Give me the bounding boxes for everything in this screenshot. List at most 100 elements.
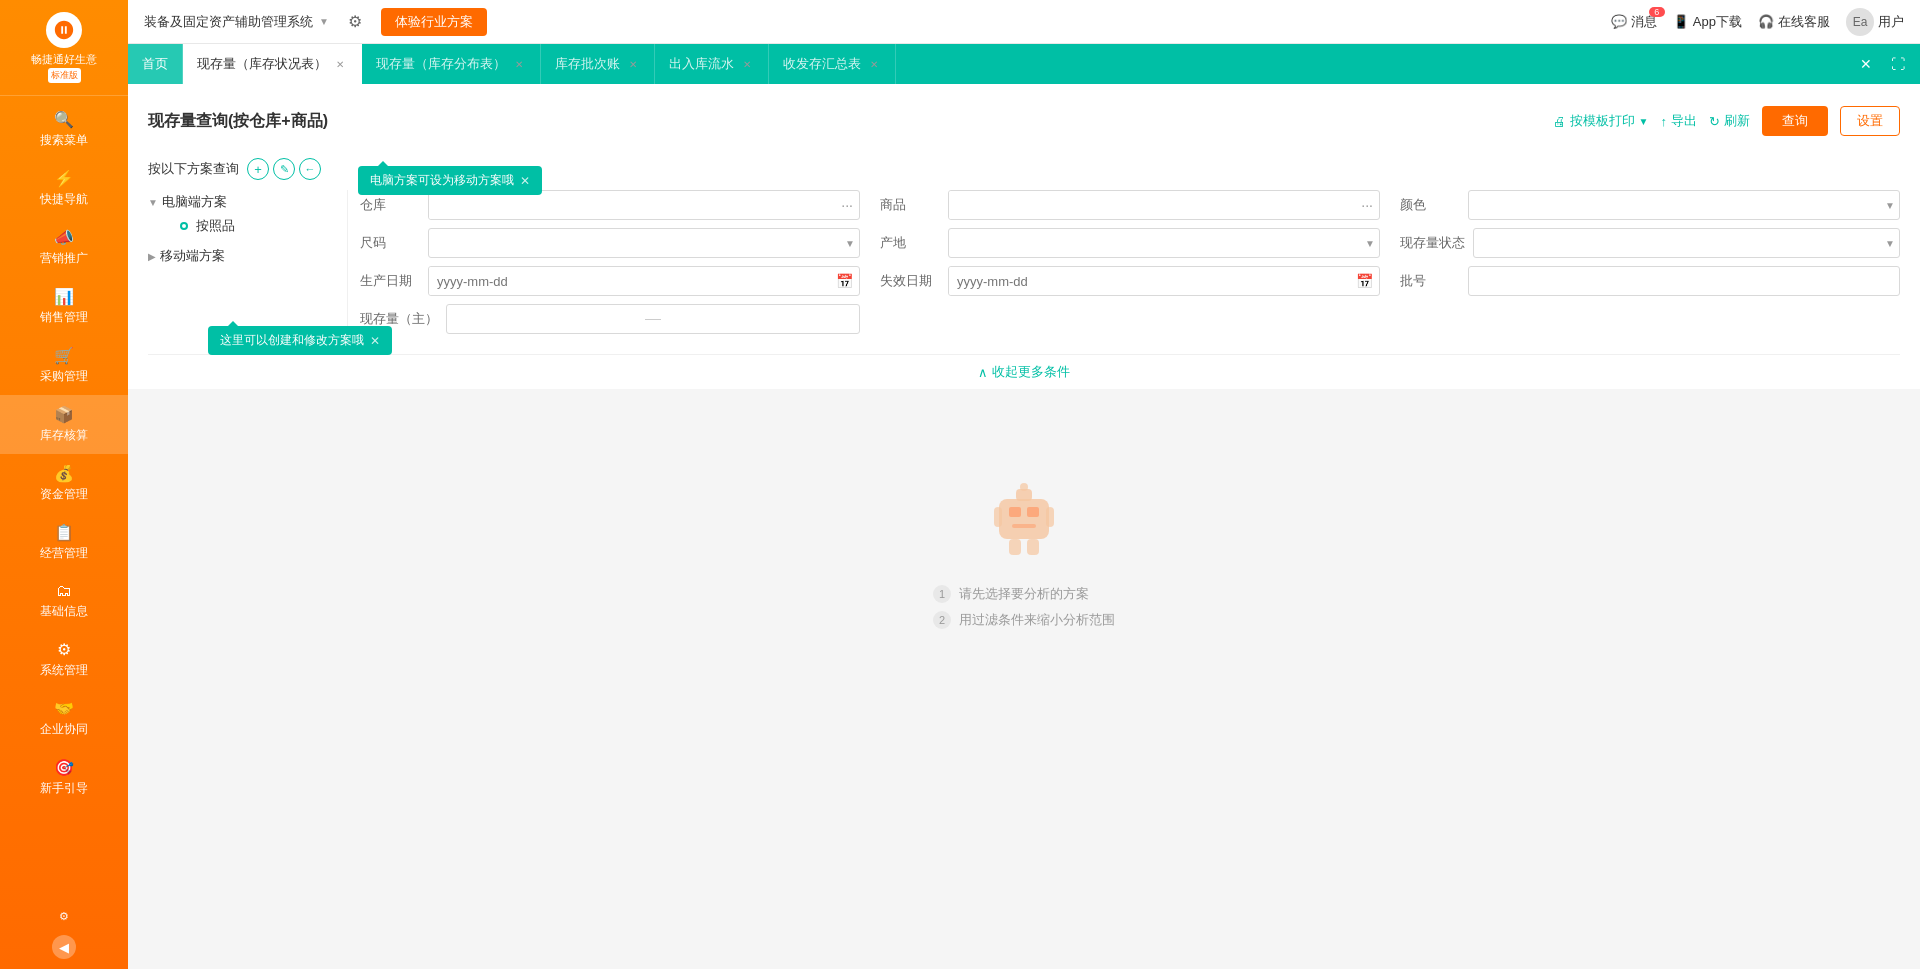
back-btn[interactable]: ← xyxy=(299,158,321,180)
current-qty-range-wrap xyxy=(446,304,860,334)
goods-input[interactable] xyxy=(949,190,1355,220)
popover2-close-btn[interactable]: ✕ xyxy=(370,334,380,348)
tab-close-inventory-dist[interactable]: ✕ xyxy=(512,57,526,71)
current-qty-min-input[interactable] xyxy=(447,312,645,327)
tab-batch-account[interactable]: 库存批次账 ✕ xyxy=(541,44,655,84)
collapse-icon: ◀ xyxy=(59,940,69,955)
tab-inventory-status[interactable]: 现存量（库存状况表） ✕ xyxy=(183,44,362,84)
form-item-origin: 产地 ▼ xyxy=(880,228,1380,258)
filter-action-btns: + ✎ ← xyxy=(247,158,321,180)
tab-home[interactable]: 首页 xyxy=(128,44,183,84)
tab-inventory-dist[interactable]: 现存量（库存分布表） ✕ xyxy=(362,44,541,84)
avatar: Ea xyxy=(1846,8,1874,36)
production-date-input[interactable] xyxy=(429,266,830,296)
goods-dots-btn[interactable]: ··· xyxy=(1355,191,1379,219)
page-title: 现存量查询(按仓库+商品) xyxy=(148,111,328,132)
purchase-icon: 🛒 xyxy=(54,346,74,365)
svg-rect-3 xyxy=(1012,524,1036,528)
sidebar-item-sales[interactable]: 📊 销售管理 xyxy=(0,277,128,336)
online-service-btn[interactable]: 🎧 在线客服 xyxy=(1758,13,1830,31)
batch-no-input[interactable] xyxy=(1468,266,1900,296)
query-btn[interactable]: 查询 xyxy=(1762,106,1828,136)
production-date-calendar-btn[interactable]: 📅 xyxy=(830,273,859,289)
tab-recv-summary[interactable]: 收发存汇总表 ✕ xyxy=(769,44,896,84)
print-template-btn[interactable]: 🖨 按模板打印 ▼ xyxy=(1553,112,1649,130)
user-menu[interactable]: Ea 用户 xyxy=(1846,8,1904,36)
tab-close-batch-account[interactable]: ✕ xyxy=(626,57,640,71)
header-settings-btn[interactable]: ⚙ xyxy=(341,8,369,36)
edit-scheme-btn[interactable]: ✎ xyxy=(273,158,295,180)
sidebar-item-purchase[interactable]: 🛒 采购管理 xyxy=(0,336,128,395)
app-download-btn[interactable]: 📱 App下载 xyxy=(1673,13,1742,31)
popover1-close-btn[interactable]: ✕ xyxy=(520,174,530,188)
sidebar-collapse-btn[interactable]: ◀ xyxy=(52,935,76,959)
sidebar-item-finance[interactable]: 💰 资金管理 xyxy=(0,454,128,513)
sidebar-item-basic-info[interactable]: 🗂 基础信息 xyxy=(0,572,128,630)
filter-form-col: 仓库 ··· 商品 ··· xyxy=(360,190,1900,342)
inventory-status-select[interactable]: ▼ xyxy=(1473,228,1900,258)
tab-close-inventory-status[interactable]: ✕ xyxy=(333,57,347,71)
form-item-current-qty: 现存量（主） xyxy=(360,304,860,334)
expiry-date-input[interactable] xyxy=(949,266,1350,296)
refresh-btn[interactable]: ↻ 刷新 xyxy=(1709,112,1750,130)
current-qty-max-input[interactable] xyxy=(661,312,859,327)
sidebar-item-search[interactable]: 🔍 搜索菜单 xyxy=(0,100,128,159)
scheme-desktop-group[interactable]: ▼ 电脑端方案 xyxy=(148,190,335,214)
svg-rect-1 xyxy=(1009,507,1021,517)
color-dropdown-icon: ▼ xyxy=(1885,200,1895,211)
collapse-up-icon: ∧ xyxy=(978,365,988,380)
message-btn[interactable]: 💬 消息 6 xyxy=(1611,13,1657,31)
goods-label: 商品 xyxy=(880,196,940,214)
popover1-text: 电脑方案可设为移动方案哦 xyxy=(370,172,514,189)
form-item-batch-no: 批号 xyxy=(1400,266,1900,296)
sidebar-item-system[interactable]: ⚙ 系统管理 xyxy=(0,630,128,689)
sidebar-item-label: 采购管理 xyxy=(40,368,88,385)
empty-text: 1 请先选择要分析的方案 2 用过滤条件来缩小分析范围 xyxy=(933,585,1115,629)
sidebar-item-enterprise[interactable]: 🤝 企业协同 xyxy=(0,689,128,748)
scheme-mobile-group[interactable]: ▶ 移动端方案 xyxy=(148,244,335,268)
expiry-date-label: 失效日期 xyxy=(880,272,940,290)
sidebar-footer: ⚙ ◀ xyxy=(0,896,128,969)
tab-inout-flow[interactable]: 出入库流水 ✕ xyxy=(655,44,769,84)
collapse-label: 收起更多条件 xyxy=(992,363,1070,381)
guide-icon: 🎯 xyxy=(54,758,74,777)
color-label: 颜色 xyxy=(1400,196,1460,214)
sidebar-item-operations[interactable]: 📋 经营管理 xyxy=(0,513,128,572)
filter-row-4: 现存量（主） xyxy=(360,304,1900,342)
size-select[interactable]: ▼ xyxy=(428,228,860,258)
add-scheme-btn[interactable]: + xyxy=(247,158,269,180)
svg-rect-5 xyxy=(1046,507,1054,527)
sidebar-item-inventory[interactable]: 📦 库存核算 xyxy=(0,395,128,454)
header-right: 💬 消息 6 📱 App下载 🎧 在线客服 Ea 用户 xyxy=(1611,8,1904,36)
export-btn[interactable]: ↑ 导出 xyxy=(1661,112,1698,130)
origin-select[interactable]: ▼ xyxy=(948,228,1380,258)
export-icon: ↑ xyxy=(1661,114,1668,129)
tab-close-all-btn[interactable]: ✕ xyxy=(1852,50,1880,78)
system-icon: ⚙ xyxy=(57,640,71,659)
sidebar-settings[interactable]: ⚙ xyxy=(4,906,124,927)
tab-maximize-btn[interactable]: ⛶ xyxy=(1884,50,1912,78)
sidebar-item-label: 库存核算 xyxy=(40,427,88,444)
popover-desktop-scheme: 电脑方案可设为移动方案哦 ✕ xyxy=(358,166,542,195)
sidebar-logo: 畅捷通好生意 标准版 xyxy=(0,0,128,96)
svg-rect-4 xyxy=(994,507,1002,527)
color-select[interactable]: ▼ xyxy=(1468,190,1900,220)
collapse-row[interactable]: ∧ 收起更多条件 xyxy=(148,355,1900,389)
sidebar-item-label: 企业协同 xyxy=(40,721,88,738)
filter-row-1: 仓库 ··· 商品 ··· xyxy=(360,190,1900,228)
sidebar-item-marketing[interactable]: 📣 营销推广 xyxy=(0,218,128,277)
tab-close-recv-summary[interactable]: ✕ xyxy=(867,57,881,71)
warehouse-dots-btn[interactable]: ··· xyxy=(835,191,859,219)
tab-close-inout-flow[interactable]: ✕ xyxy=(740,57,754,71)
top-header: 装备及固定资产辅助管理系统 ▼ ⚙ 体验行业方案 💬 消息 6 📱 App下载 … xyxy=(128,0,1920,44)
reset-btn[interactable]: 设置 xyxy=(1840,106,1900,136)
sidebar-item-guide[interactable]: 🎯 新手引导 xyxy=(0,748,128,807)
origin-dropdown-icon: ▼ xyxy=(1365,238,1375,249)
expiry-date-calendar-btn[interactable]: 📅 xyxy=(1350,273,1379,289)
scheme-item-by-product[interactable]: 按照品 xyxy=(168,214,335,238)
settings-footer-icon: ⚙ xyxy=(59,910,69,923)
goods-input-wrap: ··· xyxy=(948,190,1380,220)
trial-btn[interactable]: 体验行业方案 xyxy=(381,8,487,36)
logo-text: 畅捷通好生意 xyxy=(31,52,97,66)
sidebar-item-quick-nav[interactable]: ⚡ 快捷导航 xyxy=(0,159,128,218)
